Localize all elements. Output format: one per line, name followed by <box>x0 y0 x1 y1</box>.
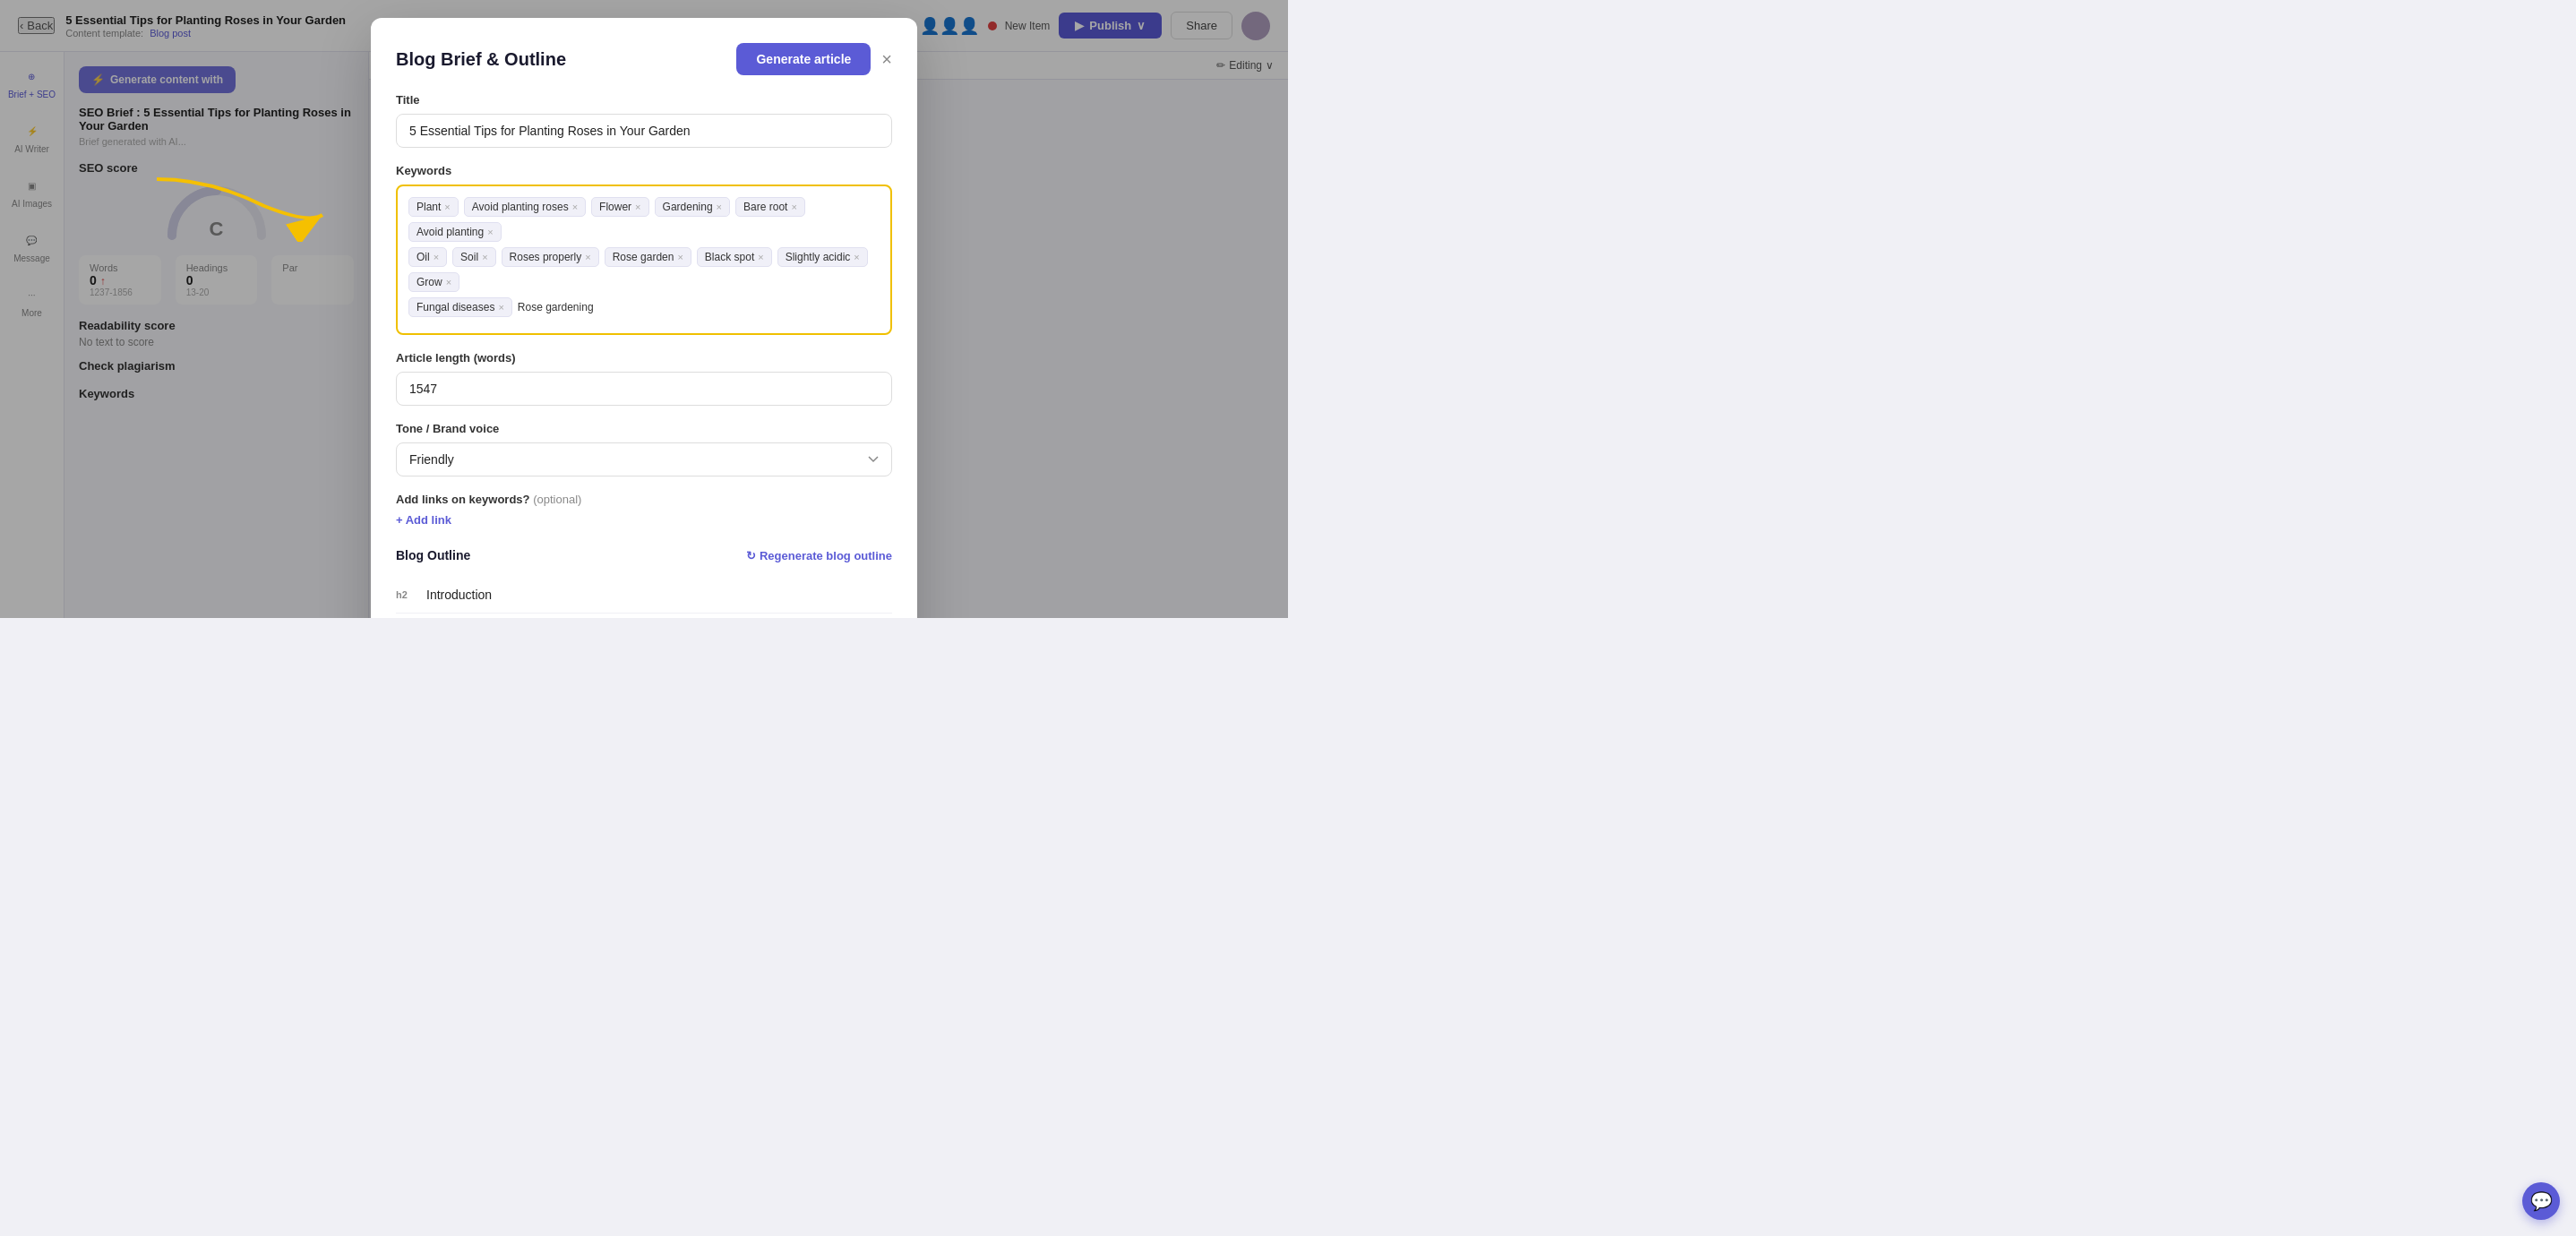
remove-keyword-soil[interactable]: × <box>482 252 487 262</box>
remove-keyword-grow[interactable]: × <box>446 277 451 288</box>
modal-title: Blog Brief & Outline <box>396 49 566 70</box>
keyword-tag-avoid-planting-roses[interactable]: Avoid planting roses × <box>464 197 586 217</box>
add-links-optional: (optional) <box>533 493 581 506</box>
title-field-label: Title <box>396 93 892 107</box>
keywords-row-1: Plant × Avoid planting roses × Flower × … <box>408 197 880 242</box>
keyword-tag-gardening[interactable]: Gardening × <box>655 197 730 217</box>
remove-keyword-plant[interactable]: × <box>444 202 450 212</box>
tone-label: Tone / Brand voice <box>396 422 892 435</box>
remove-keyword-avoid-planting[interactable]: × <box>487 227 493 237</box>
keywords-row-2: Oil × Soil × Roses properly × Rose garde… <box>408 247 880 292</box>
article-length-label: Article length (words) <box>396 351 892 365</box>
keyword-input[interactable] <box>606 297 757 317</box>
outline-item-when-to-plant[interactable]: h2 When to Plant Roses ∧ <box>396 614 892 618</box>
keyword-tag-flower[interactable]: Flower × <box>591 197 648 217</box>
keyword-tag-rose-gardening[interactable]: Rose gardening <box>518 297 601 317</box>
keyword-tag-rose-garden[interactable]: Rose garden × <box>605 247 691 267</box>
refresh-icon: ↻ <box>746 549 756 562</box>
remove-keyword-flower[interactable]: × <box>635 202 640 212</box>
blog-outline-label: Blog Outline <box>396 548 470 562</box>
keyword-tag-black-spot[interactable]: Black spot × <box>697 247 772 267</box>
keyword-tag-bare-root[interactable]: Bare root × <box>735 197 805 217</box>
modal-overlay: Blog Brief & Outline Generate article × … <box>0 0 1288 618</box>
modal-header: Blog Brief & Outline Generate article × <box>396 43 892 75</box>
regenerate-outline-button[interactable]: ↻ Regenerate blog outline <box>746 549 892 562</box>
blog-brief-modal: Blog Brief & Outline Generate article × … <box>371 18 917 618</box>
keyword-tag-plant[interactable]: Plant × <box>408 197 459 217</box>
article-length-input[interactable] <box>396 372 892 406</box>
remove-keyword-roses-properly[interactable]: × <box>585 252 590 262</box>
keyword-tag-oil[interactable]: Oil × <box>408 247 447 267</box>
outline-header: Blog Outline ↻ Regenerate blog outline <box>396 548 892 562</box>
remove-keyword-slightly-acidic[interactable]: × <box>854 252 859 262</box>
add-links-text: Add links on keywords? <box>396 493 530 506</box>
generate-article-button[interactable]: Generate article <box>736 43 871 75</box>
keyword-tag-avoid-planting[interactable]: Avoid planting × <box>408 222 502 242</box>
add-links-label: Add links on keywords? (optional) <box>396 493 892 506</box>
title-input[interactable] <box>396 114 892 148</box>
remove-keyword-oil[interactable]: × <box>434 252 439 262</box>
remove-keyword-bare-root[interactable]: × <box>791 202 796 212</box>
keywords-row-3: Fungal diseases × Rose gardening <box>408 297 880 317</box>
keyword-tag-roses-properly[interactable]: Roses properly × <box>502 247 599 267</box>
keywords-box[interactable]: Plant × Avoid planting roses × Flower × … <box>396 185 892 335</box>
remove-keyword-rose-garden[interactable]: × <box>677 252 683 262</box>
remove-keyword-black-spot[interactable]: × <box>758 252 763 262</box>
keywords-field-label: Keywords <box>396 164 892 177</box>
outline-tag-h2-1: h2 <box>396 589 416 600</box>
keyword-tag-soil[interactable]: Soil × <box>452 247 495 267</box>
keyword-tag-grow[interactable]: Grow × <box>408 272 459 292</box>
modal-close-button[interactable]: × <box>881 50 892 68</box>
remove-keyword-avoid-planting-roses[interactable]: × <box>572 202 578 212</box>
keyword-tag-fungal-diseases[interactable]: Fungal diseases × <box>408 297 512 317</box>
remove-keyword-fungal-diseases[interactable]: × <box>498 302 503 313</box>
regen-outline-label: Regenerate blog outline <box>760 549 892 562</box>
arrow-annotation <box>139 170 336 242</box>
remove-keyword-gardening[interactable]: × <box>717 202 722 212</box>
add-link-button[interactable]: + Add link <box>396 513 451 527</box>
keyword-tag-slightly-acidic[interactable]: Slightly acidic × <box>777 247 868 267</box>
tone-select[interactable]: Friendly Professional Casual Formal <box>396 442 892 476</box>
outline-introduction-text: Introduction <box>426 588 492 602</box>
outline-item-introduction: h2 Introduction <box>396 577 892 614</box>
